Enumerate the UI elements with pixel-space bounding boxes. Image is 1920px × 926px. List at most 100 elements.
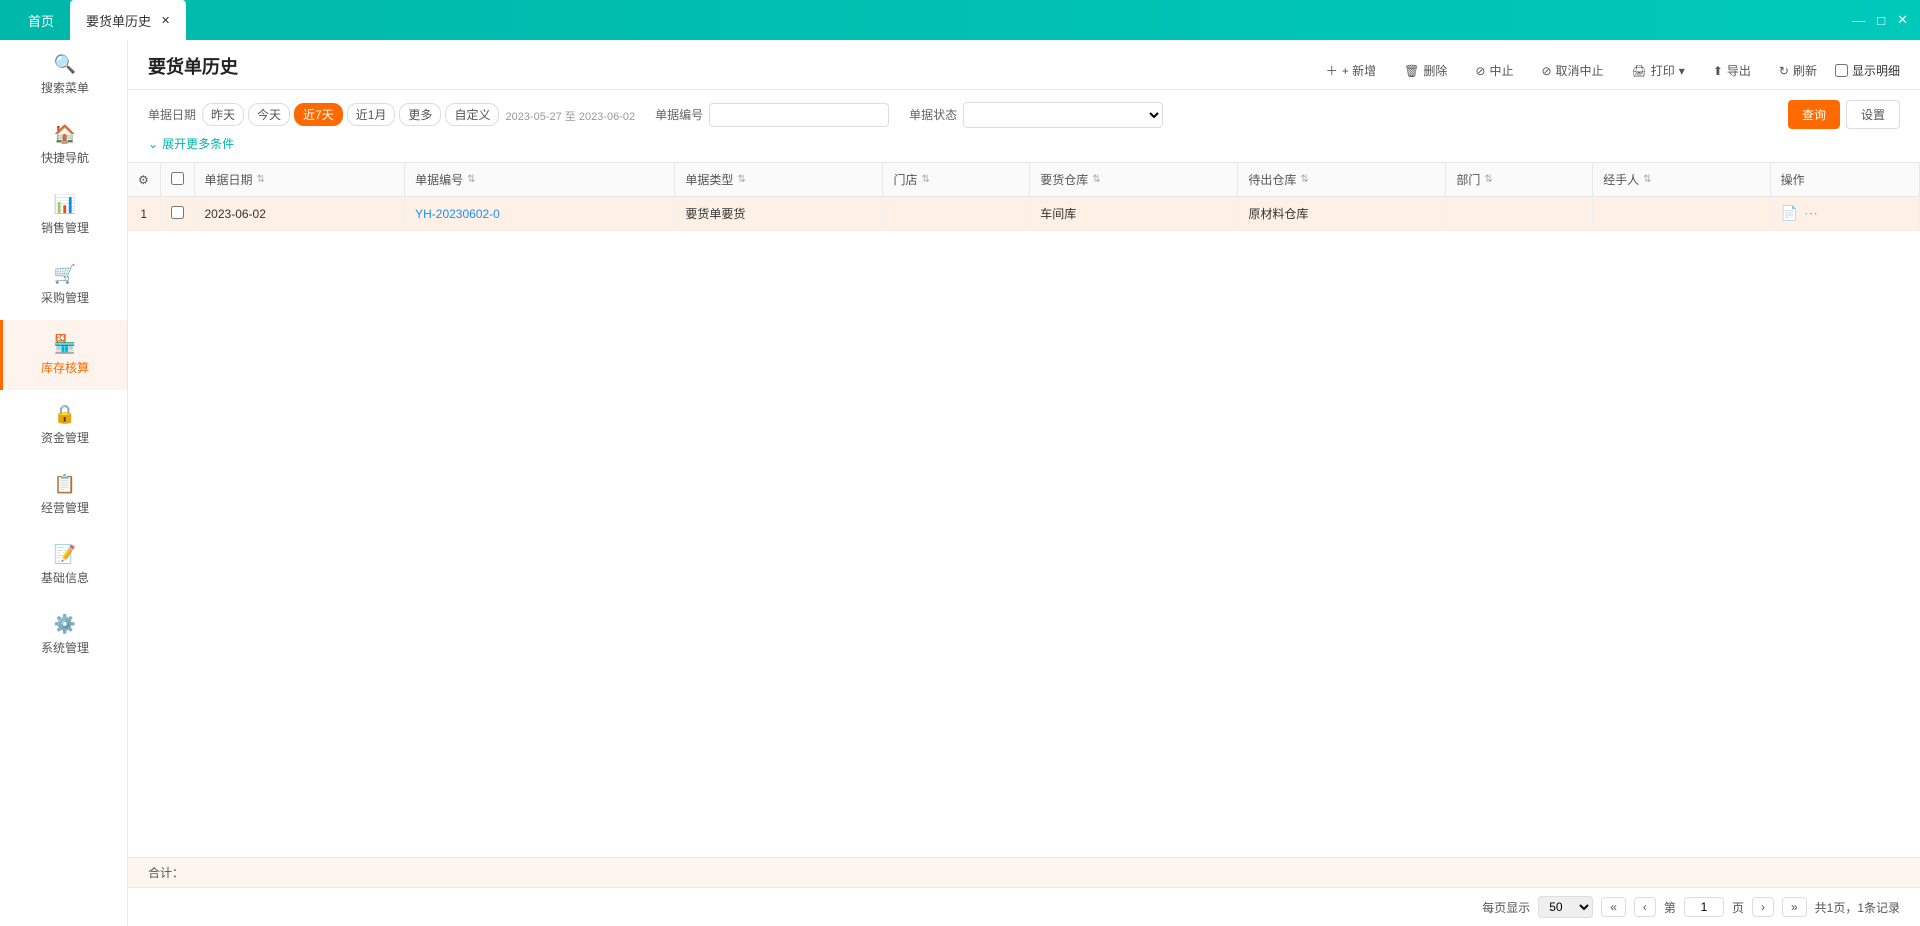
chart-icon: 📊 xyxy=(54,194,76,215)
gear-icon: ⚙️ xyxy=(54,614,76,635)
th-checkbox xyxy=(160,163,194,197)
th-store-sort-icon[interactable]: ⇅ xyxy=(922,174,930,185)
per-page-label: 每页显示 xyxy=(1482,899,1530,916)
stop-button[interactable]: ⊘ 中止 xyxy=(1465,58,1523,83)
column-settings-icon[interactable]: ⚙ xyxy=(138,173,149,187)
edit-icon[interactable]: 📄 xyxy=(1781,205,1798,222)
data-table: ⚙ 单据日期 ⇅ xyxy=(128,163,1920,231)
date-range-display: 2023-05-27 至 2023-06-02 xyxy=(505,108,635,124)
table-row[interactable]: 1 2023-06-02 YH-20230602-0 要货单要货 车间库 xyxy=(128,197,1920,231)
window-close[interactable]: ✕ xyxy=(1897,12,1908,28)
sidebar-item-operations[interactable]: 📋 经营管理 xyxy=(0,460,127,530)
th-settings: ⚙ xyxy=(128,163,160,197)
settings-button[interactable]: 设置 xyxy=(1846,100,1900,129)
display-detail-toggle[interactable]: 显示明细 xyxy=(1835,62,1900,79)
th-doc-type-sort-icon[interactable]: ⇅ xyxy=(737,174,745,185)
doc-no-input[interactable] xyxy=(709,103,889,127)
prev-page-button[interactable]: ‹ xyxy=(1634,897,1656,917)
window-controls: — □ ✕ xyxy=(1852,12,1908,28)
more-icon[interactable]: ⋯ xyxy=(1804,205,1818,222)
last-page-button[interactable]: » xyxy=(1782,897,1807,917)
next-page-button[interactable]: › xyxy=(1752,897,1774,917)
select-all-checkbox[interactable] xyxy=(171,172,184,185)
lock-icon: 🔒 xyxy=(54,404,76,425)
row-checkbox xyxy=(160,197,194,231)
row-pending-warehouse: 原材料仓库 xyxy=(1238,197,1446,231)
toolbar: ＋ + 新增 🗑 删除 ⊘ 中止 ⊘ 取消中止 xyxy=(1316,52,1900,89)
row-select-checkbox[interactable] xyxy=(171,206,184,219)
th-doc-no-label: 单据编号 xyxy=(415,171,463,188)
row-handler xyxy=(1593,197,1770,231)
th-department-sort-icon[interactable]: ⇅ xyxy=(1484,174,1492,185)
sidebar-item-quick-nav[interactable]: 🏠 快捷导航 xyxy=(0,110,127,180)
tab-requisition-history[interactable]: 要货单历史 ✕ xyxy=(70,0,186,40)
status-select[interactable] xyxy=(963,102,1163,128)
stop-icon: ⊘ xyxy=(1475,64,1485,78)
expand-chevron-icon: ⌄ xyxy=(148,137,158,151)
date-filter-label: 单据日期 xyxy=(148,106,196,123)
th-doc-no-sort-icon[interactable]: ⇅ xyxy=(467,174,475,185)
table-footer: 合计： xyxy=(128,857,1920,887)
tab-home[interactable]: 首页 xyxy=(12,0,70,40)
date-filter-buttons: 昨天 今天 近7天 近1月 更多 自定义 xyxy=(202,103,499,126)
doc-no-filter: 单据编号 xyxy=(655,103,889,127)
pagination-total-info: 共1页，1条记录 xyxy=(1815,899,1900,916)
date-btn-today[interactable]: 今天 xyxy=(248,103,290,126)
first-page-button[interactable]: « xyxy=(1601,897,1626,917)
cancel-stop-button[interactable]: ⊘ 取消中止 xyxy=(1531,58,1613,83)
new-button[interactable]: ＋ + 新增 xyxy=(1316,58,1386,83)
date-btn-yesterday[interactable]: 昨天 xyxy=(202,103,244,126)
per-page-select[interactable]: 20 50 100 xyxy=(1538,896,1593,918)
th-req-warehouse-label: 要货仓库 xyxy=(1040,171,1088,188)
th-pending-warehouse-label: 待出仓库 xyxy=(1248,171,1296,188)
th-req-warehouse-sort-icon[interactable]: ⇅ xyxy=(1092,174,1100,185)
th-action: 操作 xyxy=(1770,163,1919,197)
sidebar-item-finance[interactable]: 🔒 资金管理 xyxy=(0,390,127,460)
table-header-row: ⚙ 单据日期 ⇅ xyxy=(128,163,1920,197)
expand-label: 展开更多条件 xyxy=(162,135,234,152)
sidebar-item-purchase[interactable]: 🛒 采购管理 xyxy=(0,250,127,320)
date-btn-7days[interactable]: 近7天 xyxy=(294,103,343,126)
th-pending-warehouse: 待出仓库 ⇅ xyxy=(1238,163,1446,197)
table-container: ⚙ 单据日期 ⇅ xyxy=(128,163,1920,857)
display-detail-checkbox[interactable] xyxy=(1835,64,1848,77)
window-minimize[interactable]: — xyxy=(1852,13,1865,28)
filter-row: 单据日期 昨天 今天 近7天 近1月 更多 自定义 2023-05-27 至 2… xyxy=(148,100,1900,129)
sidebar-item-sales[interactable]: 📊 销售管理 xyxy=(0,180,127,250)
export-label: 导出 xyxy=(1727,62,1751,79)
th-department-label: 部门 xyxy=(1456,171,1480,188)
print-button[interactable]: 🖨 打印 ▾ xyxy=(1622,58,1695,83)
clipboard-icon: 📋 xyxy=(54,474,76,495)
sidebar-label-quick-nav: 快捷导航 xyxy=(41,149,89,166)
date-btn-more[interactable]: 更多 xyxy=(399,103,441,126)
sidebar-item-search[interactable]: 🔍 搜索菜单 xyxy=(0,40,127,110)
page-title: 要货单历史 xyxy=(148,53,238,79)
export-button[interactable]: ⬆ 导出 xyxy=(1703,58,1761,83)
query-buttons: 查询 设置 xyxy=(1788,100,1900,129)
window-maximize[interactable]: □ xyxy=(1877,13,1885,28)
sidebar: 🔍 搜索菜单 🏠 快捷导航 📊 销售管理 🛒 采购管理 🏪 库存核算 🔒 xyxy=(0,40,128,926)
delete-button[interactable]: 🗑 删除 xyxy=(1394,58,1457,83)
sidebar-label-search: 搜索菜单 xyxy=(41,79,89,96)
table-head: ⚙ 单据日期 ⇅ xyxy=(128,163,1920,197)
th-date-sort-icon[interactable]: ⇅ xyxy=(257,174,265,185)
pagination-bar: 每页显示 20 50 100 « ‹ 第 页 › » 共1页，1条记录 xyxy=(128,887,1920,926)
date-btn-1month[interactable]: 近1月 xyxy=(347,103,396,126)
th-pending-warehouse-sort-icon[interactable]: ⇅ xyxy=(1300,174,1308,185)
print-label: 打印 xyxy=(1651,62,1675,79)
row-doc-no-link[interactable]: YH-20230602-0 xyxy=(415,207,500,221)
cancel-stop-icon: ⊘ xyxy=(1541,64,1551,78)
page-number-input[interactable] xyxy=(1684,897,1724,917)
date-btn-custom[interactable]: 自定义 xyxy=(445,103,499,126)
sidebar-item-system[interactable]: ⚙️ 系统管理 xyxy=(0,600,127,670)
delete-icon: 🗑 xyxy=(1404,64,1419,78)
expand-button[interactable]: ⌄ 展开更多条件 xyxy=(148,135,1900,152)
refresh-button[interactable]: ↻ 刷新 xyxy=(1769,58,1827,83)
row-num: 1 xyxy=(128,197,160,231)
main-area: 🔍 搜索菜单 🏠 快捷导航 📊 销售管理 🛒 采购管理 🏪 库存核算 🔒 xyxy=(0,40,1920,926)
tab-close-icon[interactable]: ✕ xyxy=(161,14,170,27)
query-button[interactable]: 查询 xyxy=(1788,100,1840,129)
sidebar-item-base-info[interactable]: 📝 基础信息 xyxy=(0,530,127,600)
sidebar-item-inventory[interactable]: 🏪 库存核算 xyxy=(0,320,127,390)
th-handler-sort-icon[interactable]: ⇅ xyxy=(1643,174,1651,185)
